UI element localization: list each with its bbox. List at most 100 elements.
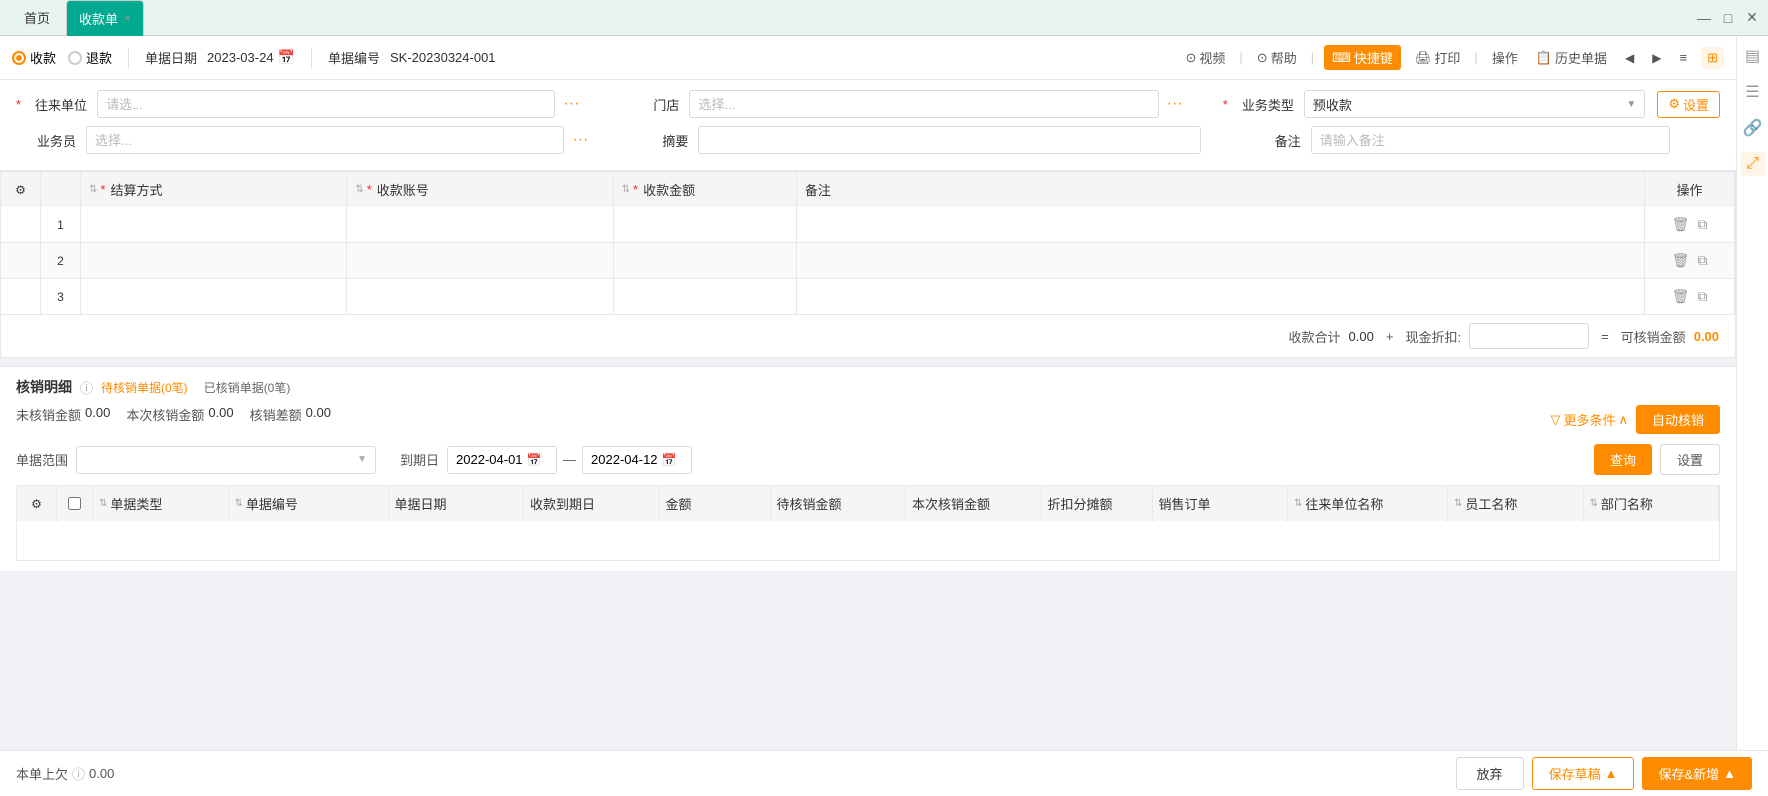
history-button[interactable]: 📋 历史单据 — [1532, 46, 1611, 69]
print-button[interactable]: 🖨 打印 — [1411, 46, 1465, 69]
grid-button[interactable]: ⊞ — [1701, 47, 1724, 69]
rth-check[interactable] — [57, 486, 93, 522]
td-settle-3[interactable] — [81, 279, 347, 315]
window-controls: — □ ✕ — [1696, 10, 1760, 26]
copy-icon-3[interactable]: ⧉ — [1697, 288, 1707, 305]
discount-input[interactable] — [1469, 323, 1589, 349]
recon-info-icon[interactable]: ⓘ — [80, 378, 93, 397]
help-button[interactable]: ⊙ 帮助 — [1253, 46, 1301, 69]
minimize-button[interactable]: — — [1696, 10, 1712, 26]
video-label: 视频 — [1199, 48, 1225, 67]
save-draft-button[interactable]: 保存草稿 ▲ — [1532, 757, 1635, 790]
td-op-2: 🗑 ⧉ — [1645, 243, 1735, 279]
rth-receive-due-label: 收款到期日 — [530, 494, 595, 513]
date-label: 单据日期 — [145, 48, 197, 67]
doc-no-label: 单据编号 — [328, 48, 380, 67]
summary-input[interactable] — [698, 126, 1200, 154]
settings-button[interactable]: ⚙ 设置 — [1657, 91, 1720, 118]
due-date-start-input[interactable]: 2022-04-01 📅 — [447, 446, 557, 474]
calendar-icon[interactable]: 📅 — [278, 49, 295, 66]
rth-doc-type-sort[interactable]: ⇅ — [99, 498, 107, 509]
discard-button[interactable]: 放弃 — [1456, 757, 1524, 790]
rth-dept-sort[interactable]: ⇅ — [1590, 498, 1598, 509]
th-gear[interactable]: ⚙ — [1, 172, 41, 208]
td-amount-2[interactable] — [614, 243, 797, 279]
td-amount-1[interactable] — [614, 207, 797, 243]
td-remark-3[interactable] — [797, 279, 1645, 315]
partner-more-icon[interactable]: ··· — [563, 95, 579, 113]
more-conditions-label: 更多条件 — [1563, 410, 1615, 429]
delete-icon-1[interactable]: 🗑 — [1672, 216, 1690, 233]
doc-info-icon[interactable]: ⓘ — [72, 764, 85, 783]
form-row-2: 业务员 ··· 摘要 备注 — [16, 126, 1720, 154]
operation-button[interactable]: 操作 — [1488, 46, 1522, 69]
td-account-2[interactable] — [347, 243, 613, 279]
recon-pending-tab[interactable]: 待核销单据(0笔) — [101, 379, 188, 396]
radio-refund[interactable]: 退款 — [68, 48, 112, 67]
query-button[interactable]: 查询 — [1594, 444, 1652, 475]
remark-input[interactable] — [1311, 126, 1670, 154]
td-settle-1[interactable] — [81, 207, 347, 243]
td-account-3[interactable] — [347, 279, 613, 315]
td-account-1[interactable] — [347, 207, 613, 243]
stat-unchecked-label: 未核销金额 — [16, 405, 81, 434]
tab-home[interactable]: 首页 — [8, 0, 66, 36]
save-new-button[interactable]: 保存&新增 ▲ — [1642, 757, 1752, 790]
delete-icon-3[interactable]: 🗑 — [1672, 288, 1690, 305]
discard-label: 放弃 — [1477, 767, 1503, 782]
tab-close-icon[interactable]: × — [124, 11, 131, 25]
maximize-button[interactable]: □ — [1720, 10, 1736, 26]
nav-next-button[interactable]: ▶ — [1648, 49, 1665, 67]
th-settle: ⇅ * 结算方式 — [81, 172, 347, 208]
sidebar-list-icon[interactable]: ☰ — [1741, 80, 1765, 104]
rth-doc-no-sort[interactable]: ⇅ — [235, 498, 243, 509]
filter-icon: ▽ — [1550, 412, 1560, 428]
staff-more-icon[interactable]: ··· — [572, 131, 588, 149]
doc-range-arrow: ▼ — [357, 454, 367, 465]
th-settle-sort[interactable]: ⇅ — [89, 184, 97, 195]
rth-staff-sort[interactable]: ⇅ — [1454, 498, 1462, 509]
recon-done-tab[interactable]: 已核销单据(0笔) — [204, 379, 291, 396]
doc-range-label: 单据范围 — [16, 450, 68, 469]
doc-range-select[interactable]: ▼ — [76, 446, 376, 474]
td-remark-1[interactable] — [797, 207, 1645, 243]
staff-input[interactable] — [86, 126, 564, 154]
partner-input[interactable] — [97, 90, 555, 118]
rth-gear[interactable]: ⚙ — [17, 486, 57, 522]
recon-settings-button[interactable]: 设置 — [1660, 444, 1720, 475]
more-conditions-button[interactable]: ▽ 更多条件 ∧ — [1550, 410, 1628, 429]
due-date-end-input[interactable]: 2022-04-12 📅 — [582, 446, 692, 474]
copy-icon-1[interactable]: ⧉ — [1697, 216, 1707, 233]
td-amount-3[interactable] — [614, 279, 797, 315]
sum-total-label: 收款合计 — [1289, 327, 1341, 346]
biz-type-select[interactable]: 预收款 ▼ — [1304, 90, 1645, 118]
shop-input[interactable] — [689, 90, 1158, 118]
tab-active[interactable]: 收款单 × — [66, 0, 144, 36]
shortcut-button[interactable]: ⌨ 快捷键 — [1324, 45, 1401, 70]
th-amount-sort[interactable]: ⇅ — [622, 184, 630, 195]
td-op-3: 🗑 ⧉ — [1645, 279, 1735, 315]
rth-current-amount-label: 本次核销金额 — [912, 494, 990, 513]
select-all-checkbox[interactable] — [68, 497, 81, 510]
th-account-sort[interactable]: ⇅ — [355, 184, 363, 195]
th-no — [41, 172, 81, 208]
copy-icon-2[interactable]: ⧉ — [1697, 252, 1707, 269]
shop-more-icon[interactable]: ··· — [1167, 95, 1183, 113]
close-window-button[interactable]: ✕ — [1744, 10, 1760, 26]
sidebar-table-icon[interactable]: ▤ — [1741, 44, 1765, 68]
layout-button[interactable]: ≡ — [1676, 48, 1692, 67]
nav-prev-button[interactable]: ◀ — [1621, 49, 1638, 67]
rth-partner-sort[interactable]: ⇅ — [1294, 498, 1302, 509]
td-remark-2[interactable] — [797, 243, 1645, 279]
td-settle-2[interactable] — [81, 243, 347, 279]
summary-label: 摘要 — [628, 131, 688, 150]
sidebar-expand-icon[interactable]: ⤢ — [1741, 152, 1765, 176]
sidebar-link-icon[interactable]: 🔗 — [1741, 116, 1765, 140]
auto-reconcile-button[interactable]: 自动核销 — [1636, 405, 1720, 434]
video-button[interactable]: ⊙ 视频 — [1181, 46, 1229, 69]
rth-sales-order: 销售订单 — [1153, 486, 1289, 522]
radio-receive[interactable]: 收款 — [12, 48, 56, 67]
delete-icon-2[interactable]: 🗑 — [1672, 252, 1690, 269]
rth-pending-amount: 待核销金额 — [771, 486, 907, 522]
td-gear-3 — [1, 279, 41, 315]
